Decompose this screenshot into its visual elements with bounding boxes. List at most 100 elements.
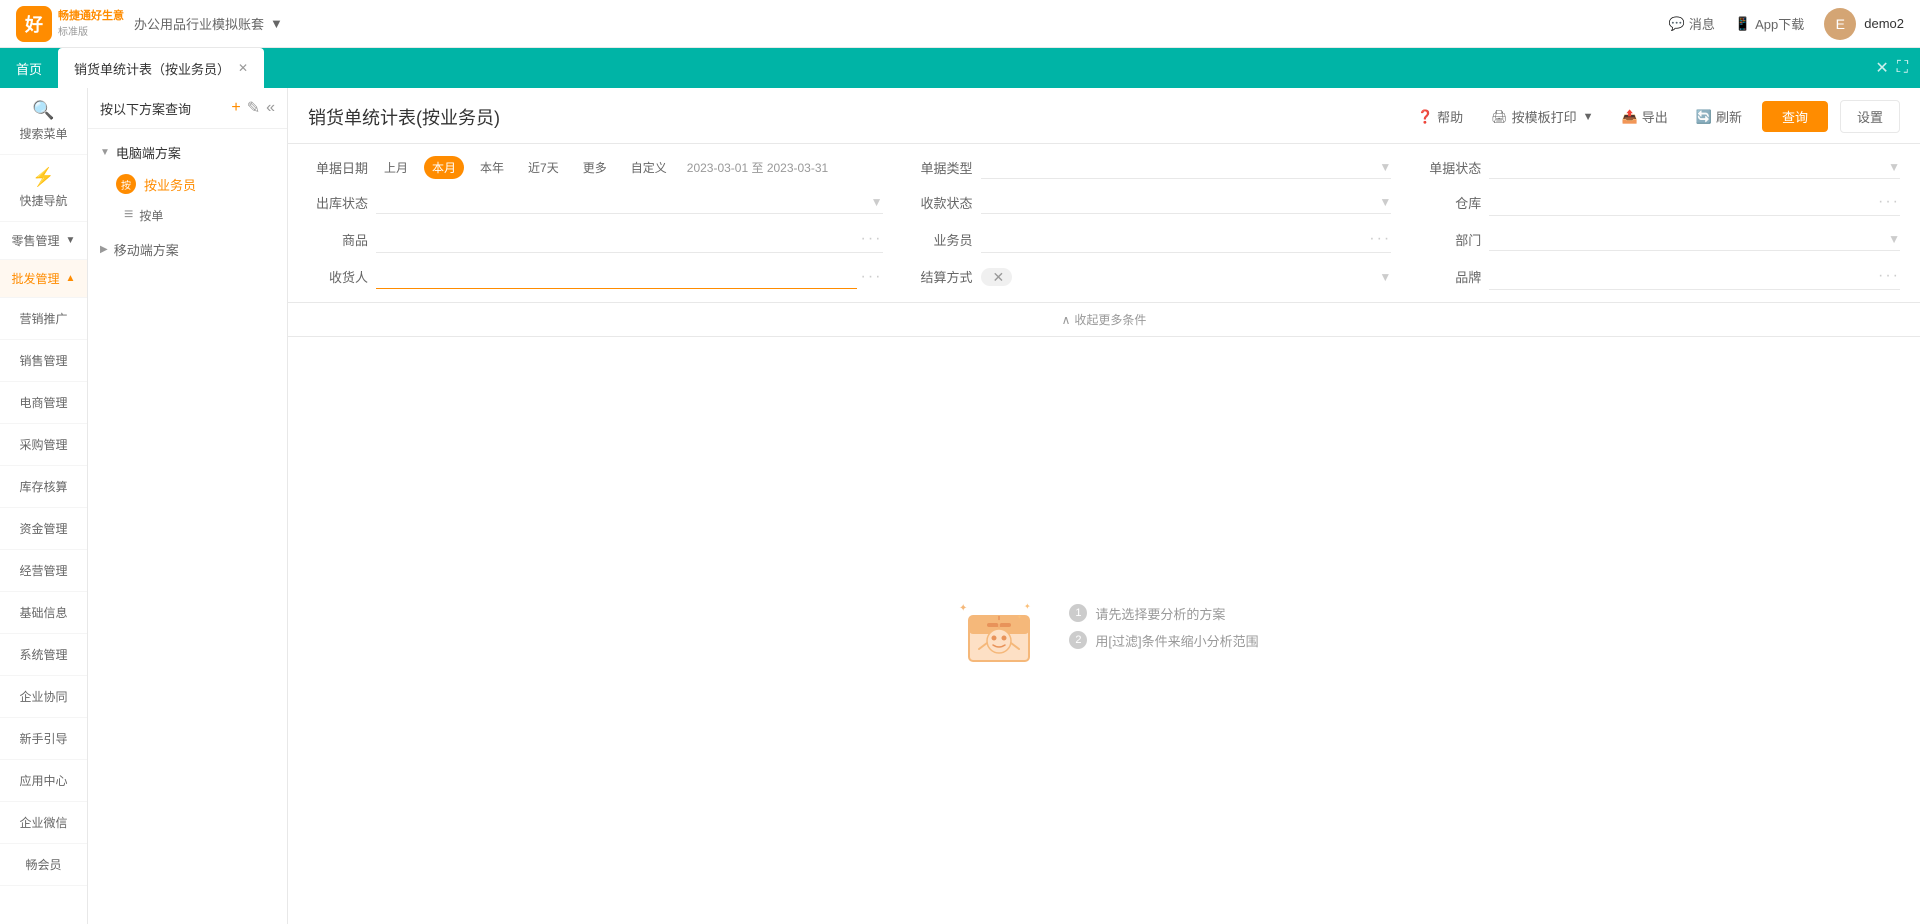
sidebar-item-wechat[interactable]: 企业微信 (0, 802, 87, 844)
settle-tag-close-icon[interactable]: ✕ (993, 270, 1005, 284)
refresh-button[interactable]: 🔄 刷新 (1688, 103, 1750, 130)
sidebar-item-ecommerce[interactable]: 电商管理 (0, 382, 87, 424)
breadcrumb[interactable]: 办公用品行业模拟账套 ▼ (134, 14, 283, 33)
tab-close-icon[interactable]: ✕ (238, 61, 248, 75)
receiver-dots-icon: ··· (861, 268, 883, 286)
dept-select[interactable]: ▼ (1489, 228, 1900, 251)
receiver-input[interactable] (376, 265, 857, 289)
sidebar-item-system[interactable]: 系统管理 (0, 634, 87, 676)
help-button[interactable]: ❓ 帮助 (1409, 103, 1471, 130)
logo-sub: 标准版 (58, 23, 124, 38)
page-header: 销货单统计表(按业务员) ❓ 帮助 🖨 按模板打印 ▼ 📤 导出 (288, 88, 1920, 144)
mobile-group-label: 移动端方案 (114, 240, 179, 259)
app-download-button[interactable]: 📱 App下载 (1735, 14, 1804, 33)
system-label: 系统管理 (19, 646, 67, 663)
collapse-button[interactable]: ∧ 收起更多条件 (1062, 311, 1147, 328)
warehouse-select[interactable]: ··· (1489, 189, 1900, 216)
tab-sales-stat[interactable]: 销货单统计表（按业务员） ✕ (58, 48, 264, 88)
tab-home[interactable]: 首页 (0, 48, 58, 88)
collect-status-select[interactable]: ▼ (981, 191, 1392, 214)
message-button[interactable]: 💬 消息 (1669, 14, 1715, 33)
filter-row-1: 单据日期 上月 本月 本年 近7天 更多 自定义 2023-03-01 至 20… (308, 156, 1900, 179)
date-tab-custom[interactable]: 自定义 (623, 156, 675, 179)
enterprise-label: 企业协同 (19, 688, 67, 705)
settings-button[interactable]: 设置 (1840, 100, 1900, 133)
purchase-label: 采购管理 (19, 436, 67, 453)
tab-expand-icon[interactable]: ⛶ (1897, 59, 1908, 77)
goods-select[interactable]: ··· (376, 226, 883, 253)
out-status-chevron-icon: ▼ (871, 195, 883, 209)
salesperson-dots-icon: ··· (1369, 230, 1391, 248)
empty-illustration: ✦ ✦ ✦ (949, 581, 1049, 681)
doc-status-select[interactable]: ▼ (1489, 156, 1900, 179)
scheme-item-by-order[interactable]: ≡ 按单 (88, 200, 287, 230)
inventory-label: 库存核算 (19, 478, 67, 495)
salesperson-label: 业务员 (913, 230, 973, 249)
operations-label: 经营管理 (19, 562, 67, 579)
query-button[interactable]: 查询 (1762, 101, 1828, 132)
sidebar-item-operations[interactable]: 经营管理 (0, 550, 87, 592)
sidebar-item-appcenter[interactable]: 应用中心 (0, 760, 87, 802)
breadcrumb-arrow-icon: ▼ (270, 16, 283, 31)
message-icon: 💬 (1669, 16, 1685, 32)
sidebar-item-finance[interactable]: 资金管理 (0, 508, 87, 550)
scheme-edit-button[interactable]: ✎ (247, 98, 260, 118)
date-tab-this-month[interactable]: 本月 (424, 156, 464, 179)
top-header: 好 畅捷通好生意 标准版 办公用品行业模拟账套 ▼ 💬 消息 📱 App下载 E… (0, 0, 1920, 48)
hint-num-1: 1 (1069, 604, 1087, 622)
sidebar-item-wholesale[interactable]: 批发管理 ▲ (0, 260, 87, 298)
tab-close-all-icon[interactable]: ✕ (1875, 58, 1888, 78)
message-label: 消息 (1689, 14, 1715, 33)
filter-goods: 商品 ··· (308, 226, 883, 253)
collapse-bar: ∧ 收起更多条件 (288, 303, 1920, 337)
sidebar-item-shortcuts[interactable]: ⚡ 快捷导航 (0, 155, 87, 222)
filter-receiver: 收货人 ··· (308, 265, 883, 289)
avatar-text: E (1836, 16, 1845, 32)
tab-bar-actions: ✕ ⛶ (1863, 58, 1920, 78)
sidebar-item-purchase[interactable]: 采购管理 (0, 424, 87, 466)
scheme-group-desktop-header[interactable]: ▼ 电脑端方案 (88, 137, 287, 168)
hint-text-1: 请先选择要分析的方案 (1095, 604, 1225, 623)
scheme-item-order-label: 按单 (139, 207, 163, 224)
date-tab-more[interactable]: 更多 (575, 156, 615, 179)
logo-icon: 好 (16, 6, 52, 42)
user-menu[interactable]: E demo2 (1824, 8, 1904, 40)
hint-text-2: 用[过滤]条件来缩小分析范围 (1095, 631, 1258, 650)
scheme-item-by-salesperson[interactable]: 按 按业务员 (88, 168, 287, 200)
retail-label: 零售管理 (12, 232, 60, 249)
scheme-header: 按以下方案查询 + ✎ « (88, 88, 287, 129)
sidebar-item-inventory[interactable]: 库存核算 (0, 466, 87, 508)
sidebar-item-member[interactable]: 畅会员 (0, 844, 87, 886)
logo-text: 畅捷通好生意 (58, 9, 124, 23)
date-tab-last-month[interactable]: 上月 (376, 156, 416, 179)
empty-hints: 1 请先选择要分析的方案 2 用[过滤]条件来缩小分析范围 (1069, 604, 1258, 658)
sidebar-item-marketing[interactable]: 营销推广 (0, 298, 87, 340)
refresh-label: 刷新 (1716, 107, 1742, 126)
salesperson-select[interactable]: ··· (981, 226, 1392, 253)
scheme-group-mobile-header[interactable]: ▶ 移动端方案 (88, 234, 287, 265)
wholesale-label: 批发管理 (12, 270, 60, 287)
sidebar-item-enterprise[interactable]: 企业协同 (0, 676, 87, 718)
date-tab-7days[interactable]: 近7天 (520, 156, 567, 179)
scheme-add-button[interactable]: + (231, 99, 240, 117)
out-status-select[interactable]: ▼ (376, 191, 883, 214)
print-button[interactable]: 🖨 按模板打印 ▼ (1483, 103, 1601, 130)
doc-type-select[interactable]: ▼ (981, 156, 1392, 179)
sidebar-item-search[interactable]: 🔍 搜索菜单 (0, 88, 87, 155)
brand-select[interactable]: ··· (1489, 263, 1900, 290)
filter-brand: 品牌 ··· (1421, 263, 1900, 290)
print-label: 按模板打印 (1512, 107, 1577, 126)
sidebar-item-sales[interactable]: 销售管理 (0, 340, 87, 382)
filter-date: 单据日期 上月 本月 本年 近7天 更多 自定义 2023-03-01 至 20… (308, 156, 883, 179)
svg-text:✦: ✦ (1017, 614, 1022, 621)
sidebar-item-newbie[interactable]: 新手引导 (0, 718, 87, 760)
collapse-up-icon: ∧ (1062, 313, 1071, 327)
scheme-collapse-button[interactable]: « (266, 99, 275, 117)
export-button[interactable]: 📤 导出 (1614, 103, 1676, 130)
collapse-label: 收起更多条件 (1074, 311, 1146, 328)
scheme-item-icon: 按 (116, 174, 136, 194)
date-tab-this-year[interactable]: 本年 (472, 156, 512, 179)
settle-chevron-icon: ▼ (1379, 270, 1391, 284)
sidebar-item-basic[interactable]: 基础信息 (0, 592, 87, 634)
sidebar-item-retail[interactable]: 零售管理 ▼ (0, 222, 87, 260)
